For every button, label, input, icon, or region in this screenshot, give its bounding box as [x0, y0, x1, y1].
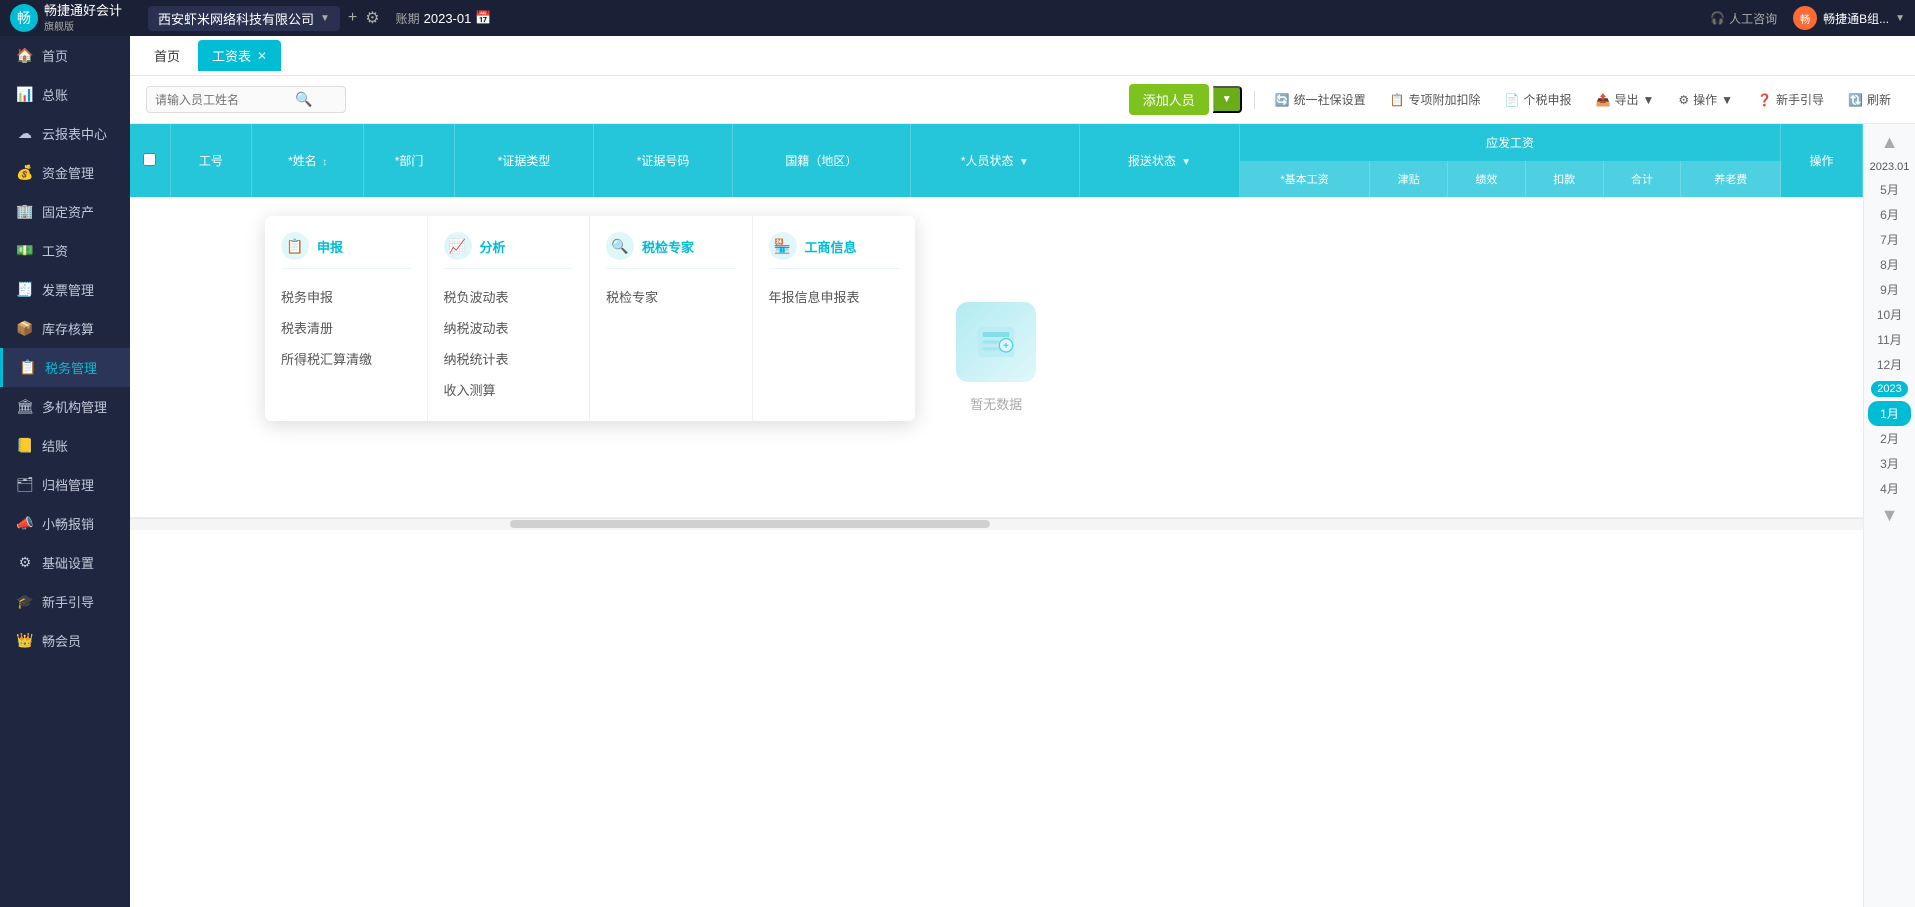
dropdown-header-declaration: 📋 申报 — [281, 232, 411, 269]
logo-area: 畅 畅捷通好会计 旗舰版 — [10, 3, 140, 34]
service-label: 人工咨询 — [1729, 10, 1777, 27]
top-actions: + ⚙ — [348, 8, 380, 28]
dropdown-grid: 📋 申报 税务申报 税表清册 所得税汇算清缴 📈 分析 税负波动表 纳税波动表 … — [265, 216, 915, 421]
user-name: 畅捷通B组... — [1823, 10, 1889, 27]
logo-icon: 畅 — [10, 4, 38, 32]
analysis-header-text: 分析 — [480, 237, 506, 256]
period-label: 账期 — [396, 10, 420, 27]
business-header-icon: 🏪 — [769, 232, 797, 260]
add-company-button[interactable]: + — [348, 9, 357, 27]
top-bar: 畅 畅捷通好会计 旗舰版 西安虾米网络科技有限公司 ▼ + ⚙ 账期 2023-… — [0, 0, 1915, 36]
analysis-header-icon: 📈 — [444, 232, 472, 260]
dropdown-item-tax-burden[interactable]: 税负波动表 — [444, 281, 574, 312]
declaration-header-icon: 📋 — [281, 232, 309, 260]
expert-header-icon: 🔍 — [606, 232, 634, 260]
logo-subtitle: 旗舰版 — [44, 18, 122, 33]
avatar: 畅 — [1793, 6, 1817, 30]
period-value: 2023-01 — [424, 11, 472, 26]
layout: 🏠 首页 📊 总账 ☁ 云报表中心 💰 资金管理 🏢 固定资产 💵 工资 🧾 发… — [0, 36, 1915, 907]
dropdown-item-annual-report[interactable]: 年报信息申报表 — [769, 281, 900, 312]
dropdown-col-declaration: 📋 申报 税务申报 税表清册 所得税汇算清缴 — [265, 216, 428, 421]
dropdown-item-tax-stats[interactable]: 纳税统计表 — [444, 343, 574, 374]
dropdown-item-tax-fluctuation[interactable]: 纳税波动表 — [444, 312, 574, 343]
dropdown-header-business: 🏪 工商信息 — [769, 232, 900, 269]
dropdown-item-tax-form[interactable]: 税表清册 — [281, 312, 411, 343]
dropdown-item-expert[interactable]: 税检专家 — [606, 281, 736, 312]
main-content: 首页 工资表 ✕ 🔍 添加人员 ▼ 🔄 统一社保设置 — [130, 36, 1915, 907]
company-selector[interactable]: 西安虾米网络科技有限公司 ▼ — [148, 6, 340, 31]
dropdown-menu: 📋 申报 税务申报 税表清册 所得税汇算清缴 📈 分析 税负波动表 纳税波动表 … — [265, 216, 915, 421]
expert-header-text: 税检专家 — [642, 237, 694, 256]
dropdown-item-income-forecast[interactable]: 收入测算 — [444, 374, 574, 405]
top-right: 🎧 人工咨询 畅 畅捷通B组... ▼ — [1710, 6, 1905, 30]
logo-text-area: 畅捷通好会计 旗舰版 — [44, 3, 122, 34]
logo-title: 畅捷通好会计 — [44, 3, 122, 19]
headset-icon: 🎧 — [1710, 11, 1725, 25]
dropdown-col-analysis: 📈 分析 税负波动表 纳税波动表 纳税统计表 收入测算 — [428, 216, 591, 421]
dropdown-item-income-tax[interactable]: 所得税汇算清缴 — [281, 343, 411, 374]
user-area[interactable]: 畅 畅捷通B组... ▼ — [1793, 6, 1905, 30]
dropdown-col-business: 🏪 工商信息 年报信息申报表 — [753, 216, 916, 421]
settings-button[interactable]: ⚙ — [365, 8, 379, 28]
dropdown-item-tax-declaration[interactable]: 税务申报 — [281, 281, 411, 312]
business-header-text: 工商信息 — [805, 237, 857, 256]
dropdown-header-expert: 🔍 税检专家 — [606, 232, 736, 269]
calendar-icon[interactable]: 📅 — [475, 10, 491, 26]
dropdown-overlay[interactable] — [130, 36, 1915, 907]
dropdown-header-analysis: 📈 分析 — [444, 232, 574, 269]
company-name: 西安虾米网络科技有限公司 — [158, 9, 314, 28]
user-chevron-icon: ▼ — [1895, 13, 1905, 24]
dropdown-col-expert: 🔍 税检专家 税检专家 — [590, 216, 753, 421]
company-chevron-icon: ▼ — [320, 13, 330, 24]
service-button[interactable]: 🎧 人工咨询 — [1710, 10, 1777, 27]
declaration-header-text: 申报 — [317, 237, 343, 256]
